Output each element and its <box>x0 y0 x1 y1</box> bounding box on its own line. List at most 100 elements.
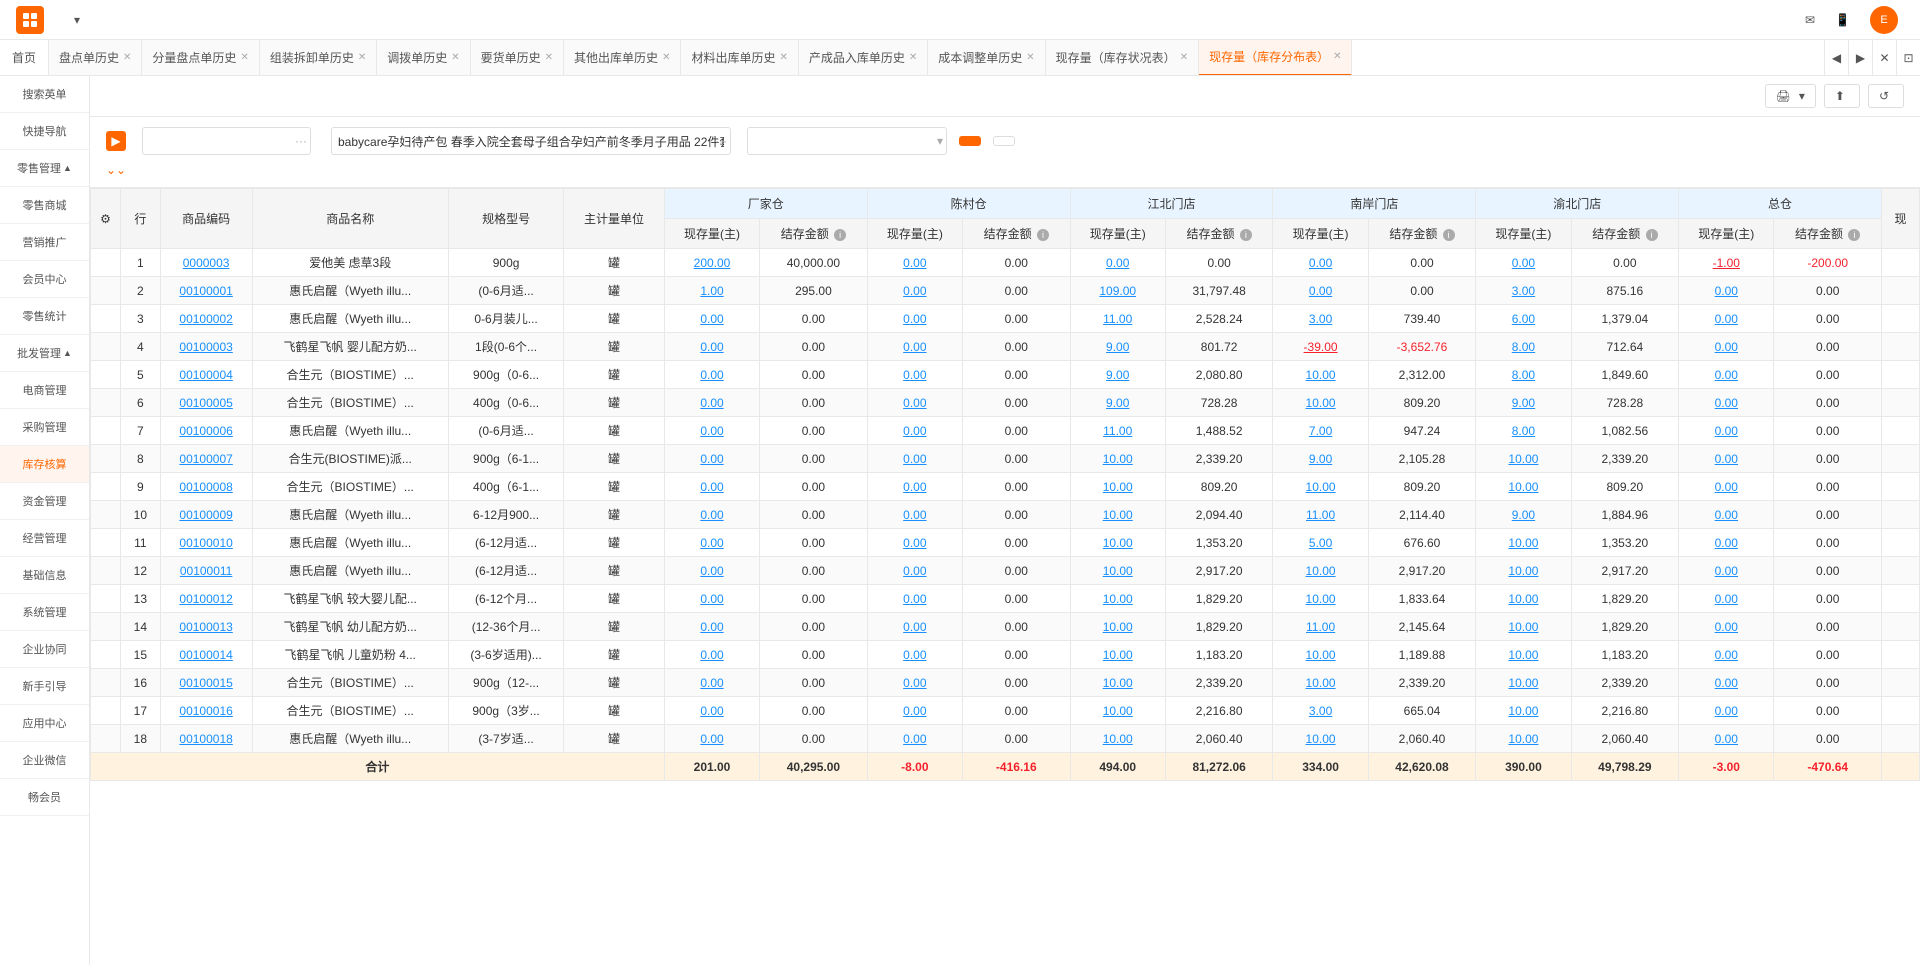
tab-close-icon[interactable]: ✕ <box>240 52 248 63</box>
tab-0[interactable]: 首页 <box>0 40 49 76</box>
tab-close-icon[interactable]: ✕ <box>358 52 366 63</box>
th-nanan-amt: 结存金额 i <box>1368 219 1476 249</box>
tab-close-icon[interactable]: ✕ <box>909 52 917 63</box>
th-chencun-amt: 结存金额 i <box>963 219 1071 249</box>
tab-3[interactable]: 组装拆卸单历史 ✕ <box>260 40 377 76</box>
th-settings[interactable]: ⚙ <box>91 189 121 249</box>
info-icon[interactable]: i <box>1443 229 1455 241</box>
goods-dots-btn[interactable]: ··· <box>715 134 727 148</box>
sidebar-item-企业微信[interactable]: 企业微信 <box>0 742 89 779</box>
tab-9[interactable]: 成本调整单历史 ✕ <box>928 40 1045 76</box>
table-row: 1400100013飞鹤星飞帆 幼儿配方奶...(12-36个月...罐0.00… <box>91 613 1920 641</box>
table-row: 300100002惠氏启醒（Wyeth illu...0-6月装儿...罐0.0… <box>91 305 1920 333</box>
tab-close-icon[interactable]: ✕ <box>662 52 670 63</box>
refresh-btn[interactable]: ↺ <box>1868 84 1904 108</box>
th-chencun-qty: 现存量(主) <box>867 219 962 249</box>
sidebar-item-系统管理[interactable]: 系统管理 <box>0 594 89 631</box>
info-icon[interactable]: i <box>1848 229 1860 241</box>
tab-1[interactable]: 盘点单历史 ✕ <box>49 40 142 76</box>
sidebar-item-库存核算[interactable]: 库存核算 <box>0 446 89 483</box>
industry-selector[interactable]: ▾ <box>70 13 80 27</box>
th-goods-code: 商品编码 <box>160 189 252 249</box>
tab-close-icon[interactable]: ✕ <box>123 52 131 63</box>
info-icon[interactable]: i <box>1240 229 1252 241</box>
avatar: E <box>1870 6 1898 34</box>
th-rownum: 行 <box>121 189 161 249</box>
sidebar-item-零售商城[interactable]: 零售商城 <box>0 187 89 224</box>
warehouse-filter: ··· <box>138 127 315 155</box>
message-btn[interactable]: ✉ <box>1805 13 1819 27</box>
export-btn[interactable]: ⬆ <box>1824 84 1860 108</box>
page-header: 🖨 ▾ ⬆ ↺ <box>90 76 1920 117</box>
user-area[interactable]: E <box>1870 6 1904 34</box>
inventory-table: ⚙ 行 商品编码 商品名称 规格型号 主计量单位 厂家仓 陈村仓 江北门店 南岸… <box>90 188 1920 781</box>
tab-8[interactable]: 产成品入库单历史 ✕ <box>799 40 928 76</box>
logo-icon <box>16 6 44 34</box>
tab-close-icon[interactable]: ✕ <box>1333 51 1341 62</box>
app-download-btn[interactable]: 📱 <box>1835 13 1854 27</box>
tab-close-all-btn[interactable]: ✕ <box>1872 40 1896 76</box>
sidebar-item-零售管理[interactable]: 零售管理▲ <box>0 150 89 187</box>
sidebar-item-新手引导[interactable]: 新手引导 <box>0 668 89 705</box>
top-bar-right: ✉ 📱 E <box>1805 6 1904 34</box>
tab-5[interactable]: 要货单历史 ✕ <box>471 40 564 76</box>
tab-expand-btn[interactable]: ⊡ <box>1896 40 1920 76</box>
sidebar-item-营销推广[interactable]: 营销推广 <box>0 224 89 261</box>
tab-prev-btn[interactable]: ◀ <box>1824 40 1848 76</box>
sidebar-item-批发管理[interactable]: 批发管理▲ <box>0 335 89 372</box>
th-changjiaCun: 厂家仓 <box>664 189 867 219</box>
table-row: 800100007合生元(BIOSTIME)派...900g（6-1...罐0.… <box>91 445 1920 473</box>
tab-2[interactable]: 分量盘点单历史 ✕ <box>142 40 259 76</box>
sidebar-item-经营管理[interactable]: 经营管理 <box>0 520 89 557</box>
tab-close-icon[interactable]: ✕ <box>545 52 553 63</box>
table-row: 700100006惠氏启醒（Wyeth illu...(0-6月适...罐0.0… <box>91 417 1920 445</box>
th-jiangbei: 江北门店 <box>1070 189 1273 219</box>
tab-4[interactable]: 调拨单历史 ✕ <box>377 40 470 76</box>
tab-close-icon[interactable]: ✕ <box>451 52 459 63</box>
sidebar-item-畅会员[interactable]: 畅会员 <box>0 779 89 816</box>
tab-10[interactable]: 现存量（库存状况表） ✕ <box>1046 40 1199 76</box>
print-btn[interactable]: 🖨 ▾ <box>1765 84 1816 108</box>
filter-toggle-btn[interactable]: ▶ <box>106 131 126 151</box>
expand-conditions-btn[interactable]: ⌄⌄ <box>106 163 128 177</box>
info-icon[interactable]: i <box>1646 229 1658 241</box>
table-row: 1300100012飞鹤星飞帆 较大婴儿配...(6-12个月...罐0.000… <box>91 585 1920 613</box>
table-row: 1200100011惠氏启醒（Wyeth illu...(6-12月适...罐0… <box>91 557 1920 585</box>
sidebar-item-资金管理[interactable]: 资金管理 <box>0 483 89 520</box>
table-row: 1700100016合生元（BIOSTIME）...900g（3岁...罐0.0… <box>91 697 1920 725</box>
sidebar-item-电商管理[interactable]: 电商管理 <box>0 372 89 409</box>
warehouse-input[interactable] <box>142 127 311 155</box>
info-icon[interactable]: i <box>1037 229 1049 241</box>
summary-row: 合计201.0040,295.00-8.00-416.16494.0081,27… <box>91 753 1920 781</box>
sidebar-item-应用中心[interactable]: 应用中心 <box>0 705 89 742</box>
settings-filter-btn[interactable] <box>993 136 1015 146</box>
sidebar-item-搜索英单[interactable]: 搜索英单 <box>0 76 89 113</box>
color-dropdown-icon[interactable]: ▾ <box>937 134 943 148</box>
filter-row-2: ⌄⌄ <box>106 163 1904 177</box>
sidebar-item-会员中心[interactable]: 会员中心 <box>0 261 89 298</box>
sidebar-item-企业协同[interactable]: 企业协同 <box>0 631 89 668</box>
tab-11[interactable]: 现存量（库存分布表） ✕ <box>1199 40 1352 76</box>
th-current: 现 <box>1881 189 1919 249</box>
table-row: 500100004合生元（BIOSTIME）...900g（0-6...罐0.0… <box>91 361 1920 389</box>
tab-6[interactable]: 其他出库单历史 ✕ <box>564 40 681 76</box>
th-chencun: 陈村仓 <box>867 189 1070 219</box>
sidebar-item-采购管理[interactable]: 采购管理 <box>0 409 89 446</box>
goods-input[interactable] <box>331 127 731 155</box>
sidebar-item-快捷导航[interactable]: 快捷导航 <box>0 113 89 150</box>
sidebar-item-零售统计[interactable]: 零售统计 <box>0 298 89 335</box>
sidebar-item-基础信息[interactable]: 基础信息 <box>0 557 89 594</box>
th-zongcang-qty: 现存量(主) <box>1679 219 1774 249</box>
info-icon[interactable]: i <box>834 229 846 241</box>
top-bar-left: ▾ <box>16 6 80 34</box>
warehouse-dots-btn[interactable]: ··· <box>295 134 307 148</box>
tab-bar: 首页盘点单历史 ✕分量盘点单历史 ✕组装拆卸单历史 ✕调拨单历史 ✕要货单历史 … <box>0 40 1920 76</box>
color-input[interactable] <box>747 127 947 155</box>
tab-next-btn[interactable]: ▶ <box>1848 40 1872 76</box>
tab-close-icon[interactable]: ✕ <box>1026 52 1034 63</box>
query-btn[interactable] <box>959 136 981 146</box>
table-row: 400100003飞鹤星飞帆 婴儿配方奶...1段(0-6个...罐0.000.… <box>91 333 1920 361</box>
tab-close-icon[interactable]: ✕ <box>779 52 787 63</box>
tab-close-icon[interactable]: ✕ <box>1180 52 1188 63</box>
tab-7[interactable]: 材料出库单历史 ✕ <box>681 40 798 76</box>
